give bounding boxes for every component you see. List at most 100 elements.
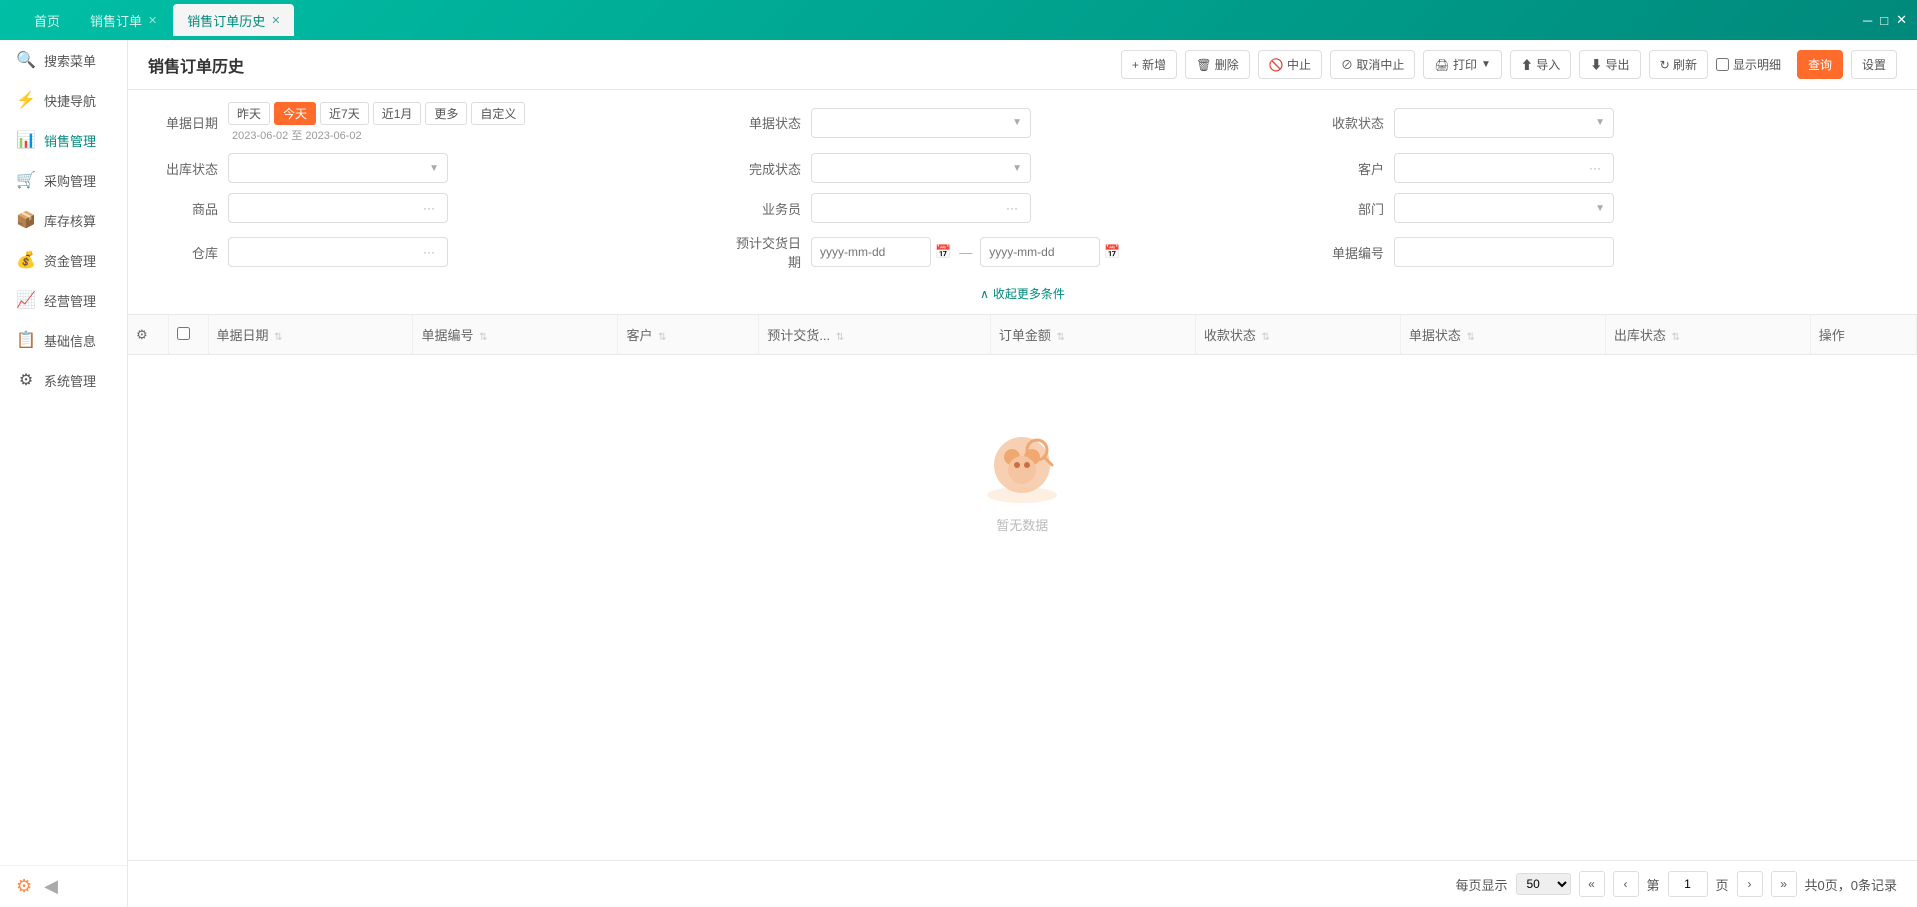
col-amount[interactable]: 订单金额 ⇅: [990, 315, 1195, 355]
page-number-input[interactable]: [1668, 871, 1708, 897]
operations-icon: 📈: [16, 290, 36, 310]
sidebar-item-quick-nav[interactable]: ⚡ 快捷导航: [0, 80, 127, 120]
date-yesterday[interactable]: 昨天: [228, 102, 270, 125]
prev-page-button[interactable]: ‹: [1613, 871, 1639, 897]
delete-button[interactable]: 🗑 删除: [1185, 50, 1250, 79]
sales-icon: 📊: [16, 130, 36, 150]
sidebar-item-operations[interactable]: 📈 经营管理: [0, 280, 127, 320]
product-ellipsis-icon[interactable]: ···: [419, 201, 439, 215]
col-bill-no[interactable]: 单据编号 ⇅: [413, 315, 618, 355]
sort-date-icon[interactable]: ⇅: [274, 332, 282, 343]
col-bill-status[interactable]: 单据状态 ⇅: [1400, 315, 1605, 355]
col-expected-date[interactable]: 预计交货... ⇅: [759, 315, 991, 355]
settings-bottom-icon[interactable]: ⚙: [16, 876, 32, 897]
close-history-icon[interactable]: ✕: [271, 14, 280, 27]
empty-row: 暂无数据: [128, 355, 1917, 595]
sidebar-label-search: 搜索菜单: [44, 51, 96, 70]
refresh-button[interactable]: ↻ 刷新: [1649, 50, 1708, 79]
page-size-select[interactable]: 20 50 100 200: [1516, 873, 1571, 895]
date-7days[interactable]: 近7天: [320, 102, 369, 125]
complete-status-select[interactable]: ▼: [811, 153, 1031, 183]
out-status-label: 出库状态: [148, 159, 228, 178]
bill-no-input[interactable]: [1403, 243, 1605, 257]
next-page-button[interactable]: ›: [1737, 871, 1763, 897]
date-1month[interactable]: 近1月: [373, 102, 422, 125]
table-check-header[interactable]: [168, 315, 208, 355]
empty-state: 暂无数据: [128, 355, 1917, 594]
col-out-status[interactable]: 出库状态 ⇅: [1605, 315, 1810, 355]
bill-status-select[interactable]: ▼: [811, 108, 1031, 138]
date-more[interactable]: 更多: [425, 102, 467, 125]
sort-customer-icon[interactable]: ⇅: [658, 332, 666, 343]
col-bill-status-label: 单据状态: [1409, 328, 1461, 343]
date-quick-buttons: 昨天 今天 近7天 近1月 更多 自定义: [228, 102, 525, 125]
calendar-to-icon[interactable]: 📅: [1104, 244, 1120, 260]
cancel-stop-button[interactable]: ⊘ 取消中止: [1330, 50, 1415, 79]
search-icon: 🔍: [16, 50, 36, 70]
sidebar-item-sales[interactable]: 📊 销售管理: [0, 120, 127, 160]
new-button[interactable]: + 新增: [1121, 50, 1177, 79]
sort-bill-status-icon[interactable]: ⇅: [1466, 332, 1474, 343]
sort-out-status-icon[interactable]: ⇅: [1671, 332, 1679, 343]
sort-bill-no-icon[interactable]: ⇅: [479, 332, 487, 343]
sidebar-item-basic-info[interactable]: 📋 基础信息: [0, 320, 127, 360]
settings-button[interactable]: 设置: [1851, 50, 1897, 79]
first-page-button[interactable]: «: [1579, 871, 1605, 897]
customer-ellipsis-icon[interactable]: ···: [1585, 161, 1605, 175]
col-customer-label: 客户: [626, 328, 652, 343]
dept-select[interactable]: ▼: [1394, 193, 1614, 223]
date-today[interactable]: 今天: [274, 102, 316, 125]
col-amount-label: 订单金额: [999, 328, 1051, 343]
sidebar-item-purchase[interactable]: 🛒 采购管理: [0, 160, 127, 200]
sidebar-item-finance[interactable]: 💰 资金管理: [0, 240, 127, 280]
col-customer[interactable]: 客户 ⇅: [618, 315, 759, 355]
collection-status-label: 收款状态: [1314, 113, 1394, 132]
col-operation: 操作: [1810, 315, 1916, 355]
table-body: 暂无数据: [128, 355, 1917, 595]
close-window-icon[interactable]: ✕: [1896, 12, 1907, 28]
tab-sales-order[interactable]: 销售订单 ✕: [76, 4, 171, 36]
print-dropdown-icon[interactable]: ▼: [1481, 59, 1491, 70]
sidebar-item-system[interactable]: ⚙ 系统管理: [0, 360, 127, 400]
bill-status-arrow-icon: ▼: [1012, 117, 1022, 128]
expected-date-to[interactable]: [980, 237, 1100, 267]
sort-expected-date-icon[interactable]: ⇅: [836, 332, 844, 343]
collapse-filter-row[interactable]: ∧ 收起更多条件: [148, 281, 1897, 302]
date-custom[interactable]: 自定义: [471, 102, 525, 125]
last-page-button[interactable]: »: [1771, 871, 1797, 897]
collapse-sidebar-icon[interactable]: ◀: [44, 876, 58, 897]
sidebar-item-search[interactable]: 🔍 搜索菜单: [0, 40, 127, 80]
select-all-checkbox[interactable]: [177, 327, 190, 340]
stop-button[interactable]: 🚫 中止: [1258, 50, 1322, 79]
maximize-icon[interactable]: □: [1880, 13, 1888, 28]
display-detail-label[interactable]: 显示明细: [1716, 56, 1781, 73]
col-collection-status[interactable]: 收款状态 ⇅: [1195, 315, 1400, 355]
calendar-from-icon[interactable]: 📅: [935, 244, 951, 260]
expected-date-from[interactable]: [811, 237, 931, 267]
tab-sales-order-history[interactable]: 销售订单历史 ✕: [173, 4, 294, 36]
import-button[interactable]: ⬆ 导入: [1510, 50, 1571, 79]
sort-amount-icon[interactable]: ⇅: [1057, 332, 1065, 343]
total-text: 共0页，0条记录: [1805, 875, 1897, 894]
tab-sales-order-history-label: 销售订单历史: [187, 11, 265, 30]
minimize-icon[interactable]: ─: [1863, 13, 1872, 28]
page-label: 第: [1647, 875, 1660, 894]
sidebar-item-inventory[interactable]: 📦 库存核算: [0, 200, 127, 240]
warehouse-label: 仓库: [148, 243, 228, 262]
tab-home[interactable]: 首页: [20, 4, 74, 36]
out-status-select[interactable]: ▼: [228, 153, 448, 183]
close-sales-order-icon[interactable]: ✕: [148, 14, 157, 27]
table-settings-header[interactable]: ⚙: [128, 315, 168, 355]
export-button[interactable]: ⬇ 导出: [1579, 50, 1640, 79]
col-date[interactable]: 单据日期 ⇅: [208, 315, 413, 355]
sort-collection-status-icon[interactable]: ⇅: [1262, 332, 1270, 343]
salesperson-ellipsis-icon[interactable]: ···: [1002, 201, 1022, 215]
query-button[interactable]: 查询: [1797, 50, 1843, 79]
tab-list: 首页 销售订单 ✕ 销售订单历史 ✕: [20, 4, 1863, 36]
collection-status-arrow-icon: ▼: [1595, 117, 1605, 128]
display-detail-checkbox[interactable]: [1716, 58, 1729, 71]
print-button[interactable]: 🖨 打印 ▼: [1423, 50, 1501, 79]
col-operation-label: 操作: [1819, 328, 1845, 343]
collection-status-select[interactable]: ▼: [1394, 108, 1614, 138]
warehouse-ellipsis-icon[interactable]: ···: [419, 245, 439, 259]
